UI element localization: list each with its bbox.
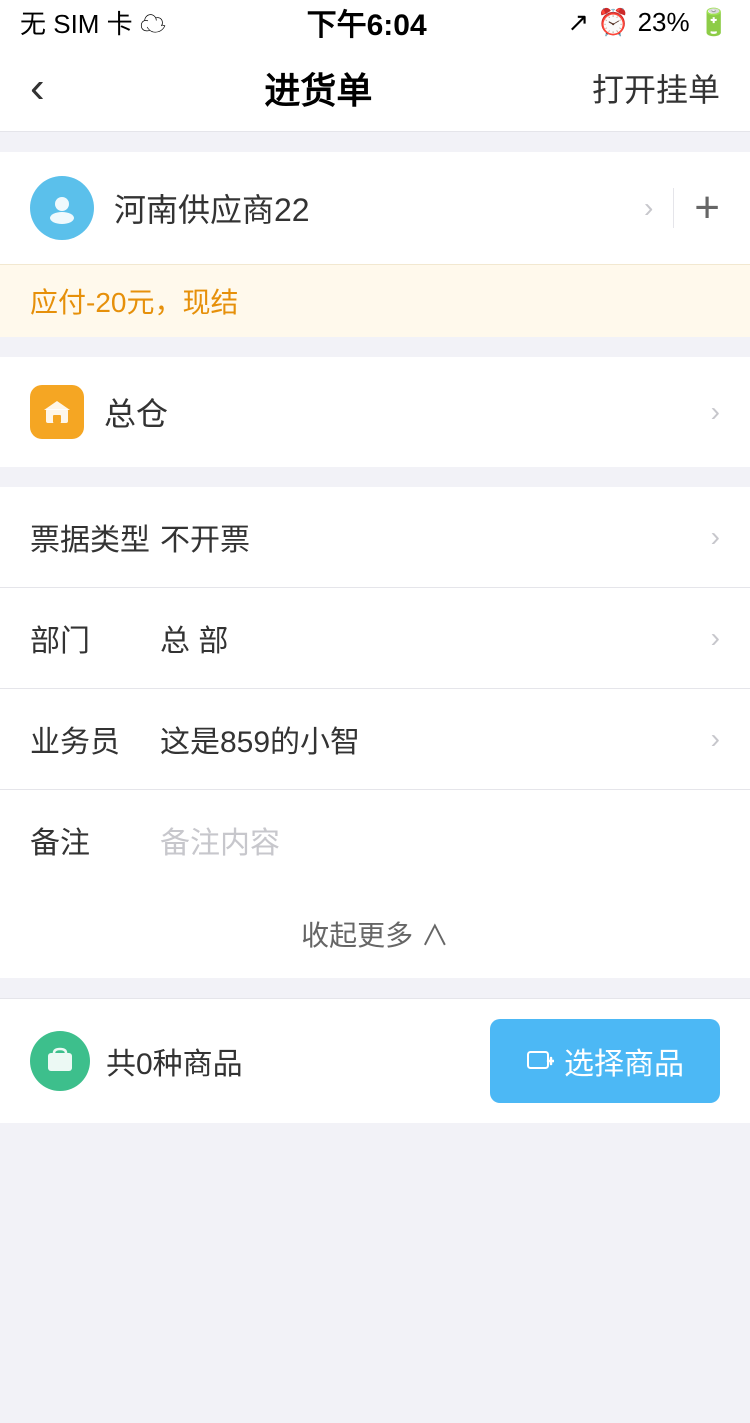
content-rest (0, 1123, 750, 1423)
remark-row[interactable]: 备注 备注内容 (0, 790, 750, 890)
remark-input[interactable]: 备注内容 (160, 818, 720, 862)
dept-row[interactable]: 部门 总 部 › (0, 588, 750, 689)
supplier-row[interactable]: 河南供应商22 › + (0, 152, 750, 264)
select-goods-icon (526, 1047, 554, 1075)
supplier-avatar (30, 176, 94, 240)
invoice-row[interactable]: 票据类型 不开票 › (0, 487, 750, 588)
alarm-icon: ⏰ (597, 7, 629, 38)
warehouse-chevron-icon: › (711, 396, 720, 428)
back-button[interactable]: ‹ (30, 63, 45, 113)
invoice-value: 不开票 (160, 515, 711, 559)
bottom-bar: 共0种商品 选择商品 (0, 998, 750, 1123)
gap-3 (0, 978, 750, 998)
salesman-chevron-icon: › (711, 723, 720, 755)
gap-1 (0, 337, 750, 357)
supplier-chevron-icon: › (644, 192, 653, 224)
nav-bar: ‹ 进货单 打开挂单 (0, 44, 750, 132)
status-left: 无 SIM 卡 ☁ (20, 4, 166, 41)
supplier-name: 河南供应商22 (114, 185, 644, 231)
status-right: ↗ ⏰ 23% 🔋 (567, 7, 730, 38)
dept-value: 总 部 (160, 616, 711, 660)
salesman-value: 这是859的小智 (160, 717, 711, 761)
top-gap (0, 132, 750, 152)
sim-status: 无 SIM 卡 ☁ (20, 4, 166, 41)
warehouse-label: 总仓 (104, 389, 711, 435)
collapse-label: 收起更多 ∧ (301, 914, 449, 954)
dept-chevron-icon: › (711, 622, 720, 654)
dept-key: 部门 (30, 616, 160, 660)
status-bar: 无 SIM 卡 ☁ 下午6:04 ↗ ⏰ 23% 🔋 (0, 0, 750, 44)
select-goods-button[interactable]: 选择商品 (490, 1019, 720, 1103)
form-section: 票据类型 不开票 › 部门 总 部 › 业务员 这是859的小智 › 备注 备注… (0, 487, 750, 890)
invoice-key: 票据类型 (30, 515, 160, 559)
collapse-toggle-button[interactable]: 收起更多 ∧ (0, 890, 750, 978)
gap-2 (0, 467, 750, 487)
supplier-section: 河南供应商22 › + 应付-20元，现结 (0, 152, 750, 337)
location-icon: ↗ (567, 7, 589, 38)
goods-icon-wrap (30, 1031, 90, 1091)
warehouse-icon-wrap (30, 385, 84, 439)
vertical-divider (673, 188, 674, 228)
warehouse-row[interactable]: 总仓 › (0, 357, 750, 467)
salesman-key: 业务员 (30, 717, 160, 761)
warehouse-section: 总仓 › (0, 357, 750, 467)
remark-key: 备注 (30, 818, 160, 862)
invoice-chevron-icon: › (711, 521, 720, 553)
page-title: 进货单 (264, 62, 372, 114)
notice-banner: 应付-20元，现结 (0, 264, 750, 337)
battery-icon: 🔋 (698, 7, 730, 38)
goods-count-label: 共0种商品 (106, 1039, 490, 1083)
add-supplier-button[interactable]: + (694, 183, 720, 233)
salesman-row[interactable]: 业务员 这是859的小智 › (0, 689, 750, 790)
select-goods-label: 选择商品 (564, 1039, 684, 1083)
status-time: 下午6:04 (307, 0, 427, 44)
battery-status: 23% (638, 7, 690, 38)
open-pending-button[interactable]: 打开挂单 (592, 65, 720, 111)
